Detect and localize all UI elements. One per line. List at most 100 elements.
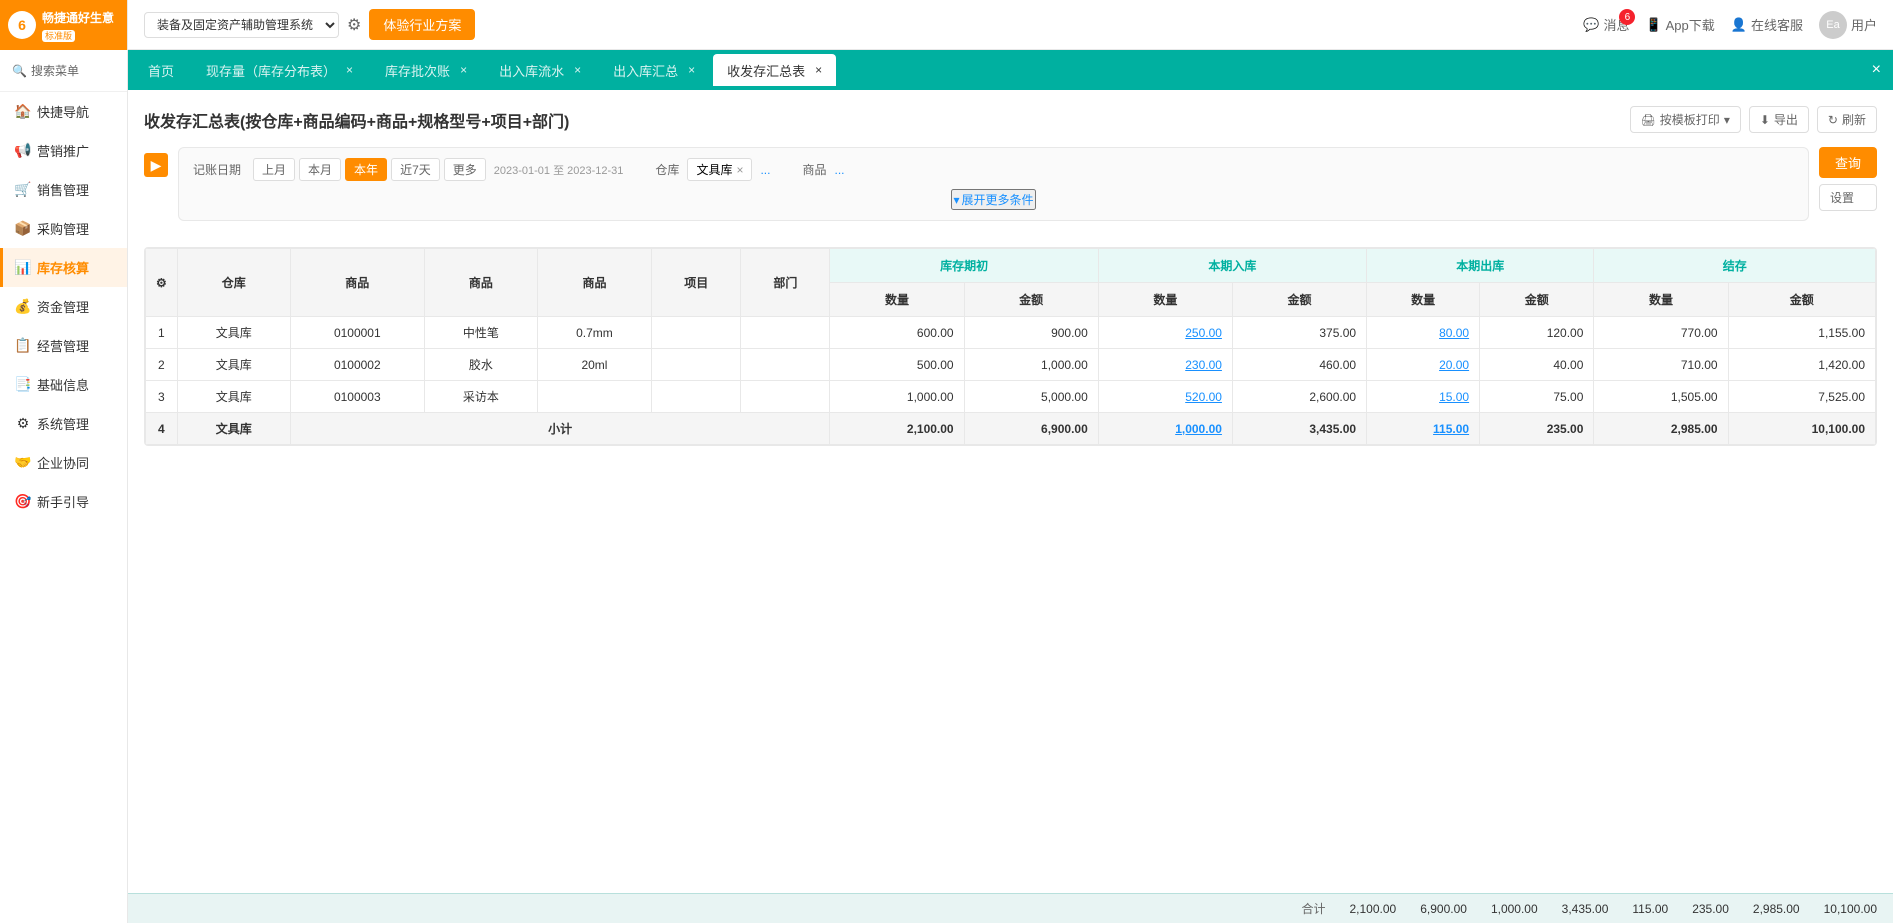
row3-open-amt: 5,000.00 bbox=[964, 381, 1098, 413]
sidebar-item-basic-info[interactable]: 📑 基础信息 bbox=[0, 365, 127, 404]
sidebar-item-guide[interactable]: 🎯 新手引导 bbox=[0, 482, 127, 521]
sidebar-item-operation[interactable]: 📋 经营管理 bbox=[0, 326, 127, 365]
row2-name: 胶水 bbox=[424, 349, 537, 381]
row3-no: 3 bbox=[146, 381, 178, 413]
query-button[interactable]: 查询 bbox=[1819, 147, 1877, 178]
sidebar-item-inventory[interactable]: 📊 库存核算 bbox=[0, 248, 127, 287]
total-out-qty: 115.00 bbox=[1632, 902, 1668, 916]
sidebar-item-purchase[interactable]: 📦 采购管理 bbox=[0, 209, 127, 248]
date-btn-this-month[interactable]: 本月 bbox=[299, 158, 341, 181]
filter-collapse-button[interactable]: ▶ bbox=[144, 153, 168, 177]
row3-in-qty[interactable]: 520.00 bbox=[1098, 381, 1232, 413]
operation-icon: 📋 bbox=[15, 338, 31, 354]
tab-bar: 首页 现存量（库存分布表） × 库存批次账 × 出入库流水 × 出入库汇总 × … bbox=[128, 50, 1893, 90]
row2-in-amt: 460.00 bbox=[1232, 349, 1366, 381]
date-btn-this-year[interactable]: 本年 bbox=[345, 158, 387, 181]
print-icon: 🖨 bbox=[1641, 113, 1656, 127]
table-row: 2 文具库 0100002 胶水 20ml 500.00 1,000.00 23… bbox=[146, 349, 1876, 381]
row3-out-qty[interactable]: 15.00 bbox=[1367, 381, 1480, 413]
tab-home[interactable]: 首页 bbox=[134, 54, 188, 86]
warehouse-tag-close[interactable]: × bbox=[736, 163, 743, 177]
tab-stock-dist[interactable]: 现存量（库存分布表） × bbox=[192, 54, 367, 86]
subtotal-no: 4 bbox=[146, 413, 178, 445]
trial-button[interactable]: 体验行业方案 bbox=[369, 9, 475, 40]
chevron-down-icon: ▾ bbox=[1724, 113, 1730, 127]
search-menu-button[interactable]: 🔍 搜索菜单 bbox=[8, 58, 119, 83]
tab-receive-summary[interactable]: 收发存汇总表 × bbox=[713, 54, 836, 86]
subtotal-out-qty[interactable]: 115.00 bbox=[1367, 413, 1480, 445]
col-header-dept: 部门 bbox=[741, 249, 830, 317]
subtotal-label: 小计 bbox=[290, 413, 830, 445]
sidebar-item-system[interactable]: ⚙ 系统管理 bbox=[0, 404, 127, 443]
date-btn-last-month[interactable]: 上月 bbox=[253, 158, 295, 181]
sidebar-item-quick-nav[interactable]: 🏠 快捷导航 bbox=[0, 92, 127, 131]
close-all-tabs-button[interactable]: × bbox=[1864, 61, 1889, 79]
total-open-qty: 2,100.00 bbox=[1350, 902, 1397, 916]
row2-code: 0100002 bbox=[290, 349, 424, 381]
col-header-warehouse: 仓库 bbox=[177, 249, 290, 317]
sidebar-item-sales[interactable]: 🛒 销售管理 bbox=[0, 170, 127, 209]
phone-icon: 📱 bbox=[1645, 17, 1661, 33]
total-open-amt: 6,900.00 bbox=[1420, 902, 1467, 916]
export-icon: ⬇ bbox=[1760, 113, 1770, 127]
warehouse-tag: 文具库 × bbox=[687, 158, 752, 181]
settings-gear-icon[interactable]: ⚙ bbox=[347, 15, 361, 35]
refresh-button[interactable]: ↻ 刷新 bbox=[1817, 106, 1877, 133]
basic-info-icon: 📑 bbox=[15, 377, 31, 393]
row2-in-qty[interactable]: 230.00 bbox=[1098, 349, 1232, 381]
settings-button[interactable]: 设置 bbox=[1819, 184, 1877, 211]
date-btn-7days[interactable]: 近7天 bbox=[391, 158, 440, 181]
user-menu[interactable]: Ea 用户 bbox=[1819, 11, 1877, 39]
goods-more-button[interactable]: ... bbox=[835, 163, 845, 177]
row2-out-amt: 40.00 bbox=[1480, 349, 1594, 381]
col-group-balance: 结存 bbox=[1594, 249, 1876, 283]
expand-conditions-button[interactable]: ▾ 展开更多条件 bbox=[951, 189, 1035, 210]
tab-close-inout-summary[interactable]: × bbox=[688, 63, 695, 77]
data-table: ⚙ 仓库 商品 商品 商品 项目 部门 库存期初 本期入库 本期出库 结存 bbox=[144, 247, 1877, 446]
tab-inout-summary[interactable]: 出入库汇总 × bbox=[599, 54, 709, 86]
sidebar-item-marketing[interactable]: 📢 营销推广 bbox=[0, 131, 127, 170]
tab-inout-flow[interactable]: 出入库流水 × bbox=[485, 54, 595, 86]
tab-close-receive-summary[interactable]: × bbox=[815, 63, 822, 77]
purchase-icon: 📦 bbox=[15, 221, 31, 237]
finance-icon: 💰 bbox=[15, 299, 31, 315]
system-selector[interactable]: 装备及固定资产辅助管理系统 bbox=[144, 12, 339, 38]
row2-spec: 20ml bbox=[537, 349, 651, 381]
row3-code: 0100003 bbox=[290, 381, 424, 413]
warehouse-more-button[interactable]: ... bbox=[760, 163, 770, 177]
col-group-in: 本期入库 bbox=[1098, 249, 1366, 283]
date-btn-more[interactable]: 更多 bbox=[444, 158, 486, 181]
search-icon: 🔍 bbox=[12, 64, 27, 78]
sidebar-logo: 6 畅捷通好生意 标准版 bbox=[0, 0, 127, 50]
online-service-button[interactable]: 👤 在线客服 bbox=[1731, 15, 1803, 34]
sidebar-item-finance[interactable]: 💰 资金管理 bbox=[0, 287, 127, 326]
tab-batch[interactable]: 库存批次账 × bbox=[371, 54, 481, 86]
subtotal-in-amt: 3,435.00 bbox=[1232, 413, 1366, 445]
row2-open-qty: 500.00 bbox=[830, 349, 964, 381]
row3-bal-qty: 1,505.00 bbox=[1594, 381, 1728, 413]
enterprise-icon: 🤝 bbox=[15, 455, 31, 471]
col-group-out: 本期出库 bbox=[1367, 249, 1594, 283]
col-out-amt: 金额 bbox=[1480, 283, 1594, 317]
subtotal-in-qty[interactable]: 1,000.00 bbox=[1098, 413, 1232, 445]
sidebar-search-section: 🔍 搜索菜单 bbox=[0, 50, 127, 92]
tab-close-stock-dist[interactable]: × bbox=[346, 63, 353, 77]
app-download-button[interactable]: 📱 App下载 bbox=[1645, 15, 1714, 34]
tab-close-inout-flow[interactable]: × bbox=[574, 63, 581, 77]
sidebar-item-enterprise[interactable]: 🤝 企业协同 bbox=[0, 443, 127, 482]
row2-out-qty[interactable]: 20.00 bbox=[1367, 349, 1480, 381]
col-out-qty: 数量 bbox=[1367, 283, 1480, 317]
export-button[interactable]: ⬇ 导出 bbox=[1749, 106, 1809, 133]
subtotal-open-amt: 6,900.00 bbox=[964, 413, 1098, 445]
table-row: 1 文具库 0100001 中性笔 0.7mm 600.00 900.00 25… bbox=[146, 317, 1876, 349]
row1-out-qty[interactable]: 80.00 bbox=[1367, 317, 1480, 349]
page-header: 收发存汇总表(按仓库+商品编码+商品+规格型号+项目+部门) 🖨 按模板打印 ▾… bbox=[144, 106, 1877, 133]
refresh-icon: ↻ bbox=[1828, 113, 1838, 127]
tab-close-batch[interactable]: × bbox=[460, 63, 467, 77]
print-button[interactable]: 🖨 按模板打印 ▾ bbox=[1630, 106, 1741, 133]
row1-in-qty[interactable]: 250.00 bbox=[1098, 317, 1232, 349]
expand-icon: ▾ bbox=[953, 193, 959, 207]
message-button[interactable]: 💬 消息 6 bbox=[1583, 15, 1629, 34]
table-settings-icon[interactable]: ⚙ bbox=[146, 249, 178, 317]
row3-open-qty: 1,000.00 bbox=[830, 381, 964, 413]
